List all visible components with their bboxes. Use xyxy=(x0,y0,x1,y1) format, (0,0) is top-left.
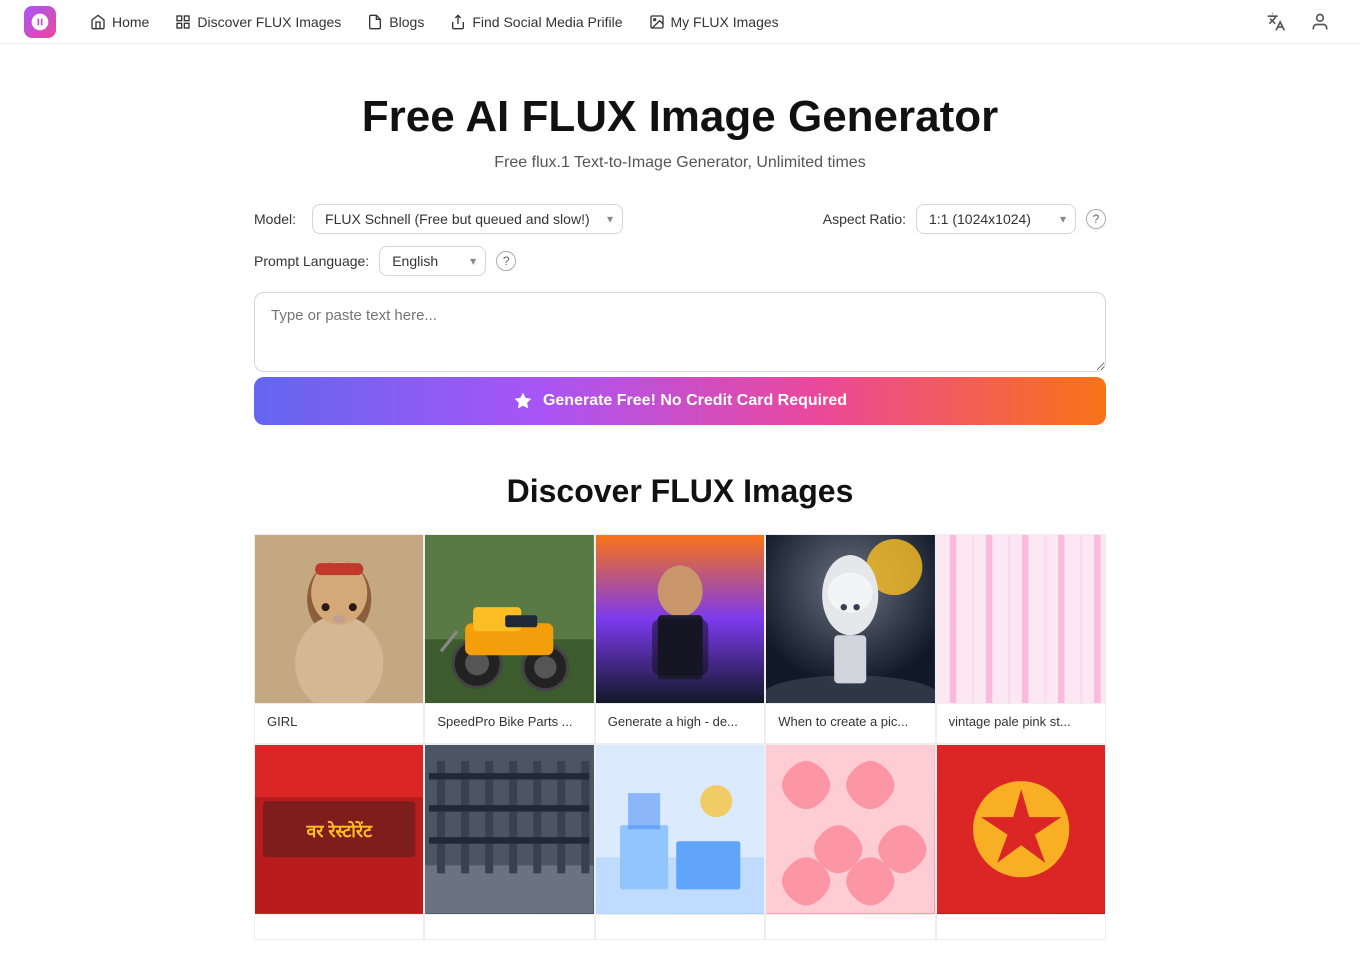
nav-right xyxy=(1260,6,1336,38)
nav-social-label: Find Social Media Prifile xyxy=(472,14,622,30)
image-icon xyxy=(649,14,665,30)
generate-btn-label: Generate Free! No Credit Card Required xyxy=(543,392,847,410)
nav-social[interactable]: Find Social Media Prifile xyxy=(440,10,632,34)
share-icon xyxy=(450,14,466,30)
language-label: Prompt Language: xyxy=(254,253,369,269)
prompt-textarea[interactable] xyxy=(254,292,1106,372)
image-placeholder: वर रेस्टोरेंट xyxy=(255,745,423,913)
nav-my-flux-label: My FLUX Images xyxy=(671,14,779,30)
aspect-help-icon[interactable]: ? xyxy=(1086,209,1106,229)
card-label: GIRL xyxy=(255,703,423,743)
nav-home[interactable]: Home xyxy=(80,10,159,34)
app-logo[interactable] xyxy=(24,6,56,38)
card-label xyxy=(255,914,423,939)
nav-discover[interactable]: Discover FLUX Images xyxy=(165,10,351,34)
image-placeholder xyxy=(596,745,764,913)
aspect-select[interactable]: 1:1 (1024x1024) 16:9 (1360x768) 9:16 (76… xyxy=(916,204,1076,234)
nav-blogs[interactable]: Blogs xyxy=(357,10,434,34)
image-placeholder xyxy=(425,745,593,913)
image-card[interactable]: When to create a pic... xyxy=(765,534,935,744)
model-label: Model: xyxy=(254,211,296,227)
image-card[interactable] xyxy=(424,744,594,939)
nav-discover-label: Discover FLUX Images xyxy=(197,14,341,30)
user-icon xyxy=(1310,12,1330,32)
generate-button[interactable]: Generate Free! No Credit Card Required xyxy=(254,377,1106,425)
image-card[interactable] xyxy=(765,744,935,939)
card-label: When to create a pic... xyxy=(766,703,934,743)
card-label: Generate a high - de... xyxy=(596,703,764,743)
translate-icon xyxy=(1266,12,1286,32)
user-button[interactable] xyxy=(1304,6,1336,38)
image-card[interactable]: vintage pale pink st... xyxy=(936,534,1106,744)
language-select[interactable]: English Spanish French German Japanese C… xyxy=(379,246,486,276)
card-label xyxy=(937,914,1105,939)
language-row: Prompt Language: English Spanish French … xyxy=(254,246,1106,276)
translate-button[interactable] xyxy=(1260,6,1292,38)
image-card[interactable]: GIRL xyxy=(254,534,424,744)
card-label xyxy=(596,914,764,939)
logo-icon xyxy=(30,12,50,32)
image-card[interactable]: Generate a high - de... xyxy=(595,534,765,744)
page-subtitle: Free flux.1 Text-to-Image Generator, Unl… xyxy=(254,154,1106,172)
card-label xyxy=(425,914,593,939)
grid-icon xyxy=(175,14,191,30)
image-placeholder xyxy=(255,535,423,703)
discover-title: Discover FLUX Images xyxy=(254,473,1106,510)
image-grid: GIRL SpeedPro Bike Parts ... Generate a … xyxy=(254,534,1106,940)
svg-text:वर रेस्टोरेंट: वर रेस्टोरेंट xyxy=(305,821,373,842)
model-select-wrapper: FLUX Schnell (Free but queued and slow!)… xyxy=(312,204,623,234)
nav-my-flux[interactable]: My FLUX Images xyxy=(639,10,789,34)
language-select-wrapper: English Spanish French German Japanese C… xyxy=(379,246,486,276)
card-label: SpeedPro Bike Parts ... xyxy=(425,703,593,743)
card-label xyxy=(766,914,934,939)
image-card[interactable] xyxy=(595,744,765,939)
nav-blogs-label: Blogs xyxy=(389,14,424,30)
image-card[interactable] xyxy=(936,744,1106,939)
language-help-icon[interactable]: ? xyxy=(496,251,516,271)
generate-icon xyxy=(513,391,533,411)
main-content: Free AI FLUX Image Generator Free flux.1… xyxy=(230,44,1130,964)
nav-links: Home Discover FLUX Images Blogs Find Soc… xyxy=(80,10,1260,34)
page-title: Free AI FLUX Image Generator xyxy=(254,92,1106,142)
image-placeholder xyxy=(937,535,1105,703)
nav-home-label: Home xyxy=(112,14,149,30)
aspect-group: Aspect Ratio: 1:1 (1024x1024) 16:9 (1360… xyxy=(823,204,1106,234)
aspect-select-wrapper: 1:1 (1024x1024) 16:9 (1360x768) 9:16 (76… xyxy=(916,204,1076,234)
image-card[interactable]: SpeedPro Bike Parts ... xyxy=(424,534,594,744)
card-label: vintage pale pink st... xyxy=(937,703,1105,743)
home-icon xyxy=(90,14,106,30)
image-placeholder xyxy=(766,535,934,703)
aspect-label: Aspect Ratio: xyxy=(823,211,906,227)
image-placeholder xyxy=(596,535,764,703)
model-select[interactable]: FLUX Schnell (Free but queued and slow!)… xyxy=(312,204,623,234)
navbar: Home Discover FLUX Images Blogs Find Soc… xyxy=(0,0,1360,44)
file-icon xyxy=(367,14,383,30)
image-placeholder xyxy=(937,745,1105,913)
image-card[interactable]: वर रेस्टोरेंट xyxy=(254,744,424,939)
model-row: Model: FLUX Schnell (Free but queued and… xyxy=(254,204,1106,234)
image-placeholder xyxy=(766,745,934,913)
image-placeholder xyxy=(425,535,593,703)
